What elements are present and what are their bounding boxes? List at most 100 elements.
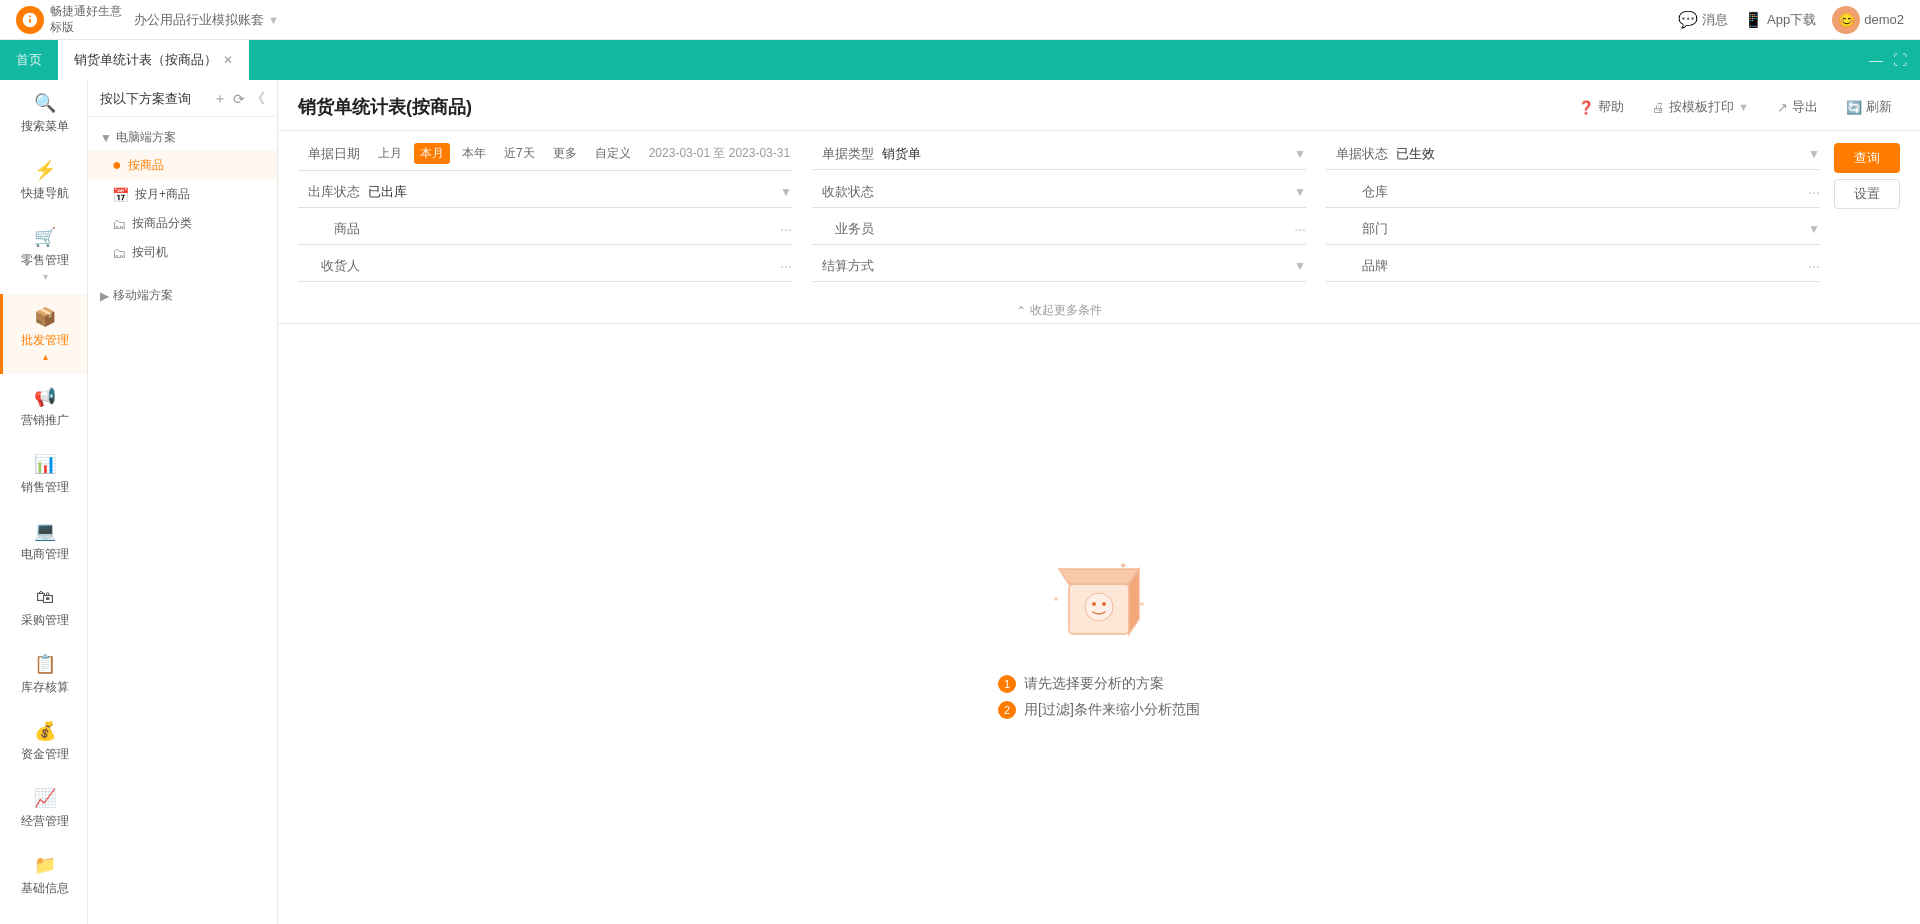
settlement-control[interactable]: ▼ [882, 259, 1306, 273]
page-header: 销货单统计表(按商品) ❓ 帮助 🖨 按模板打印 ▼ ↗ 导出 [278, 80, 1920, 131]
settings-button[interactable]: 设置 [1834, 179, 1900, 209]
add-scheme-icon[interactable]: ＋ [213, 90, 227, 108]
mobile-scheme-label: 移动端方案 [113, 287, 173, 304]
out-status-value: 已出库 [368, 183, 780, 201]
out-status-label: 出库状态 [298, 183, 368, 201]
tab-home[interactable]: 首页 [0, 40, 58, 80]
collapse-more-button[interactable]: ⌃ 收起更多条件 [298, 294, 1820, 323]
scheme-by-cashier[interactable]: 🗂 按司机 [88, 238, 277, 267]
doc-status-control[interactable]: 已生效 ▼ [1396, 145, 1820, 163]
query-button[interactable]: 查询 [1834, 143, 1900, 173]
scheme-by-category[interactable]: 🗂 按商品分类 [88, 209, 277, 238]
sidebar-item-system[interactable]: ⚙ 系统管理 [0, 909, 87, 924]
doc-status-label: 单据状态 [1326, 145, 1396, 163]
scheme-by-month-product[interactable]: 📅 按月+商品 [88, 180, 277, 209]
sidebar-item-search[interactable]: 🔍 搜索菜单 [0, 80, 87, 147]
sidebar-item-wholesale[interactable]: 📦 批发管理 ▴ [0, 294, 87, 374]
date-btn-7days[interactable]: 近7天 [498, 143, 541, 164]
filter-row-2: 出库状态 已出库 ▼ 收款状态 ▼ 仓库 [298, 183, 1820, 208]
maximize-button[interactable]: ⛶ [1892, 52, 1908, 68]
purchase-icon: 🛍 [36, 587, 54, 608]
date-btn-custom[interactable]: 自定义 [589, 143, 637, 164]
main-layout: 🔍 搜索菜单 ⚡ 快捷导航 🛒 零售管理 ▾ 📦 批发管理 ▴ 📢 营销推广 📊… [0, 80, 1920, 924]
user-menu[interactable]: 😊 demo2 [1832, 6, 1904, 34]
sidebar-item-finance[interactable]: 💰 资金管理 [0, 708, 87, 775]
svg-point-3 [1085, 593, 1113, 621]
warehouse-control[interactable]: ··· [1396, 184, 1820, 200]
desktop-scheme-header[interactable]: ▼ 电脑端方案 [88, 125, 277, 150]
window-controls: — ⛶ [1868, 52, 1920, 68]
help-label: 帮助 [1598, 98, 1624, 116]
content-area: 按以下方案查询 ＋ ⟳ 《 ▼ 电脑端方案 ● 按商品 📅 按月 [88, 80, 1920, 924]
date-btn-this-year[interactable]: 本年 [456, 143, 492, 164]
sidebar-label-purchase: 采购管理 [21, 612, 69, 629]
refresh-icon: 🔄 [1846, 100, 1862, 115]
message-button[interactable]: 💬 消息 [1678, 10, 1728, 29]
warehouse-label: 仓库 [1326, 183, 1396, 201]
sidebar-item-quick-nav[interactable]: ⚡ 快捷导航 [0, 147, 87, 214]
print-icon: 🖨 [1652, 100, 1665, 115]
step-1-text: 请先选择要分析的方案 [1024, 675, 1164, 693]
sidebar-item-retail[interactable]: 🛒 零售管理 ▾ [0, 214, 87, 294]
date-btn-last-month[interactable]: 上月 [372, 143, 408, 164]
arrow-down-icon: ▼ [100, 131, 112, 145]
refresh-button[interactable]: 🔄 刷新 [1838, 94, 1900, 120]
right-content: 销货单统计表(按商品) ❓ 帮助 🖨 按模板打印 ▼ ↗ 导出 [278, 80, 1920, 924]
mobile-scheme-group: ▶ 移动端方案 [88, 275, 277, 316]
sidebar-item-ecommerce[interactable]: 💻 电商管理 [0, 508, 87, 575]
collect-status-label: 收款状态 [812, 183, 882, 201]
template-print-button[interactable]: 🖨 按模板打印 ▼ [1644, 94, 1757, 120]
template-print-label: 按模板打印 [1669, 98, 1734, 116]
tab-sales-stat-label: 销货单统计表（按商品） [74, 51, 217, 69]
chevron-up-icon: ⌃ [1016, 304, 1026, 318]
retail-icon: 🛒 [34, 226, 56, 248]
date-btn-more[interactable]: 更多 [547, 143, 583, 164]
sidebar-label-ecommerce: 电商管理 [21, 546, 69, 563]
export-button[interactable]: ↗ 导出 [1769, 94, 1826, 120]
empty-step-2: 2 用[过滤]条件来缩小分析范围 [998, 701, 1200, 719]
settlement-label: 结算方式 [812, 257, 882, 275]
doc-type-arrow-icon: ▼ [1294, 147, 1306, 161]
stock-icon: 📋 [34, 653, 56, 675]
template-selector[interactable]: 办公用品行业模拟账套 ▼ [134, 11, 279, 29]
recipient-control[interactable]: ··· [368, 258, 792, 274]
sidebar-item-basic[interactable]: 📁 基础信息 [0, 842, 87, 909]
help-button[interactable]: ❓ 帮助 [1570, 94, 1632, 120]
collect-status-control[interactable]: ▼ [882, 185, 1306, 199]
salesperson-dots-icon: ··· [1294, 221, 1306, 237]
collapse-panel-icon[interactable]: 《 [251, 90, 265, 108]
sales-icon: 📊 [34, 453, 56, 475]
sidebar-item-stock[interactable]: 📋 库存核算 [0, 641, 87, 708]
dept-control[interactable]: ▼ [1396, 222, 1820, 236]
tab-close-icon[interactable]: ✕ [223, 53, 233, 67]
minimize-button[interactable]: — [1868, 52, 1884, 68]
sidebar-item-purchase[interactable]: 🛍 采购管理 [0, 575, 87, 641]
desktop-scheme-label: 电脑端方案 [116, 129, 176, 146]
scheme-by-product[interactable]: ● 按商品 [88, 150, 277, 180]
svg-marker-1 [1059, 569, 1139, 584]
sidebar-item-marketing[interactable]: 📢 营销推广 [0, 374, 87, 441]
scheme-panel-icons: ＋ ⟳ 《 [213, 90, 265, 108]
filter-row-3: 商品 ··· 业务员 ··· 部门 [298, 220, 1820, 245]
date-label: 单据日期 [298, 145, 368, 163]
brand-control[interactable]: ··· [1396, 258, 1820, 274]
sidebar-item-sales[interactable]: 📊 销售管理 [0, 441, 87, 508]
operations-icon: 📈 [34, 787, 56, 809]
sidebar-item-operations[interactable]: 📈 经营管理 [0, 775, 87, 842]
doc-type-control[interactable]: 销货单 ▼ [882, 145, 1306, 163]
product-control[interactable]: ··· [368, 221, 792, 237]
refresh-scheme-icon[interactable]: ⟳ [233, 91, 245, 107]
step-1-num: 1 [998, 675, 1016, 693]
cashier-icon: 🗂 [112, 245, 126, 261]
out-status-control[interactable]: 已出库 ▼ [368, 183, 792, 201]
page-title: 销货单统计表(按商品) [298, 95, 472, 119]
empty-step-1: 1 请先选择要分析的方案 [998, 675, 1200, 693]
filter-row-4: 收货人 ··· 结算方式 ▼ 品牌 [298, 257, 1820, 282]
salesperson-control[interactable]: ··· [882, 221, 1306, 237]
date-btn-this-month[interactable]: 本月 [414, 143, 450, 164]
app-download-button[interactable]: 📱 App下载 [1744, 11, 1816, 29]
mobile-scheme-header[interactable]: ▶ 移动端方案 [88, 283, 277, 308]
tab-sales-stat[interactable]: 销货单统计表（按商品） ✕ [58, 40, 249, 80]
svg-text:✦: ✦ [1119, 560, 1127, 571]
category-icon: 🗂 [112, 216, 126, 232]
